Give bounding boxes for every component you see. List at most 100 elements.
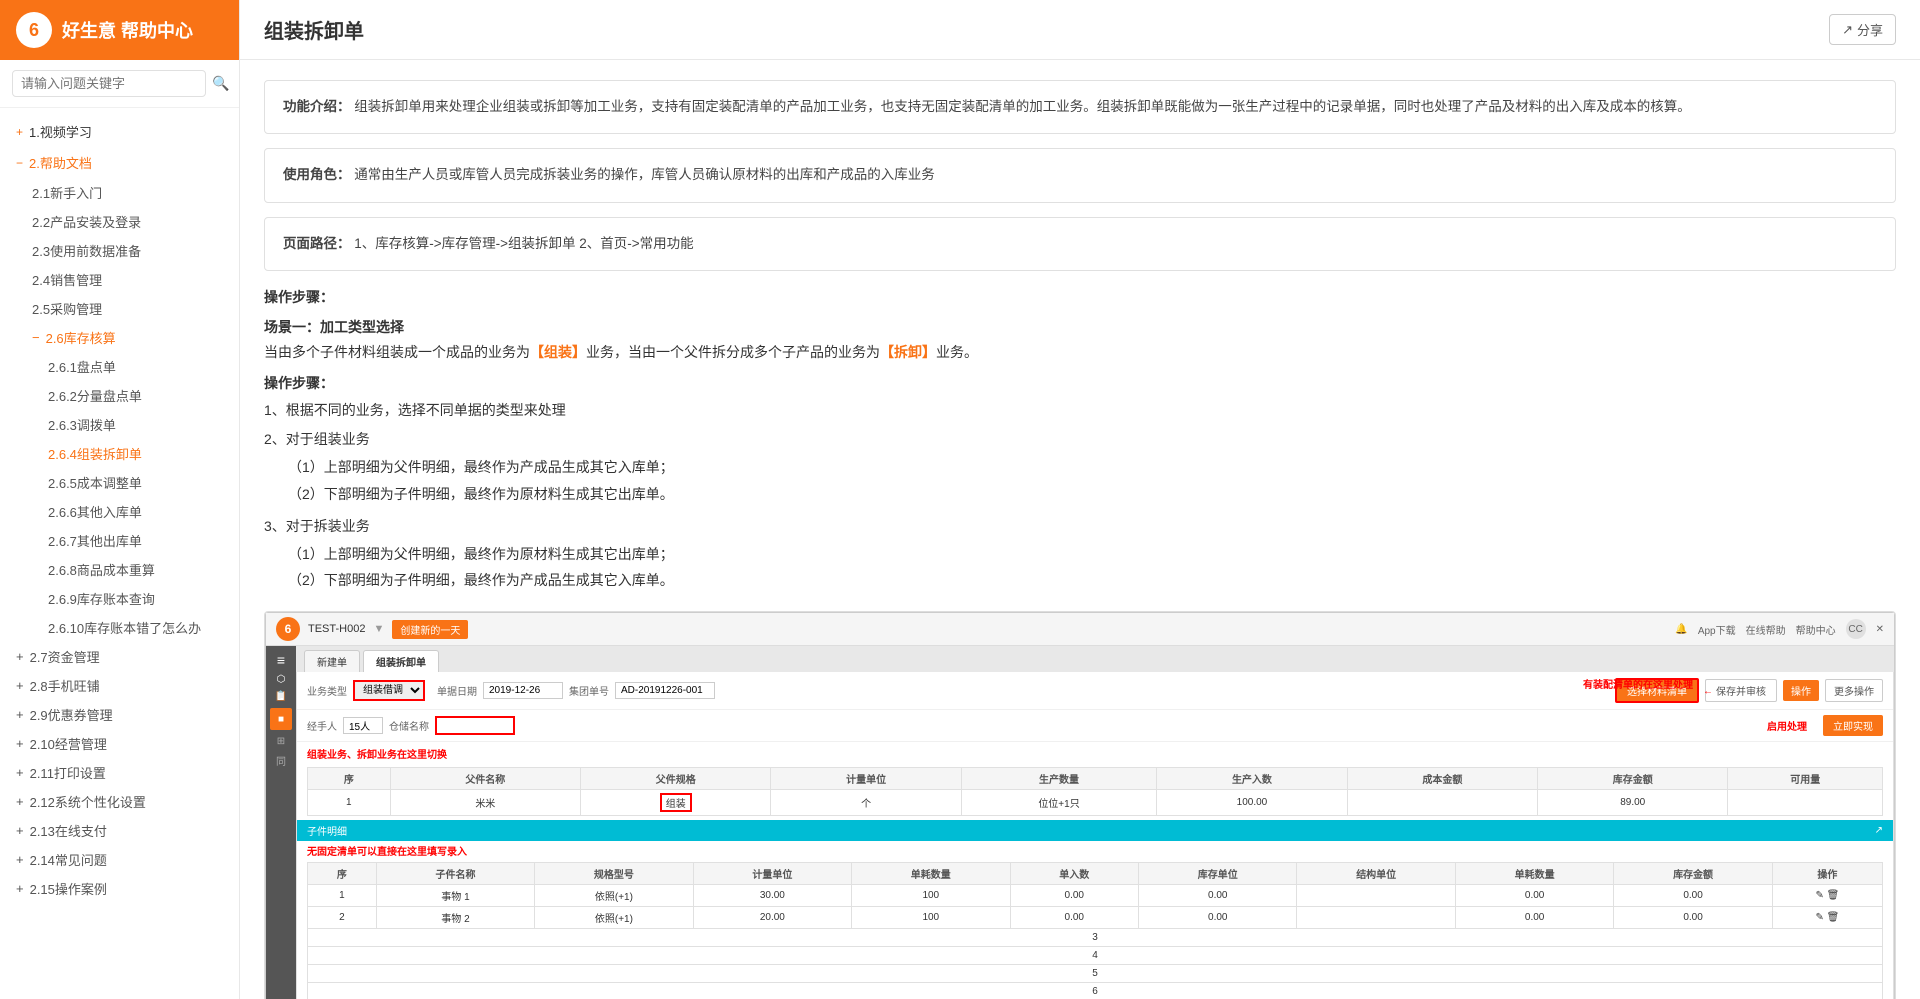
share-button[interactable]: ↗ 分享 (1829, 14, 1896, 45)
expand-icon: + (16, 852, 24, 867)
sidebar-item-cost-adj[interactable]: 2.6.5成本调整单 (0, 468, 239, 497)
cell: 事物 2 (376, 907, 534, 929)
col-stock-unit: 库存单位 (1139, 863, 1297, 885)
sidebar-item-stock-check[interactable]: 2.6.1盘点单 (0, 352, 239, 381)
sidebar-item-data-prep[interactable]: 2.3使用前数据准备 (0, 236, 239, 265)
cell (1347, 790, 1537, 816)
ops-btn[interactable]: 操作 (1783, 680, 1819, 701)
cell: 0.00 (1614, 907, 1772, 929)
expand-icon: + (16, 823, 24, 838)
collapse-icon: − (32, 330, 40, 345)
step2-2: （2）下部明细为子件明细，最终作为原材料生成其它出库单。 (264, 483, 1896, 507)
sidebar-item-install[interactable]: 2.2产品安装及登录 (0, 207, 239, 236)
annotation-type: 组装业务、拆卸业务在这里切换 (297, 742, 1893, 765)
sidebar-item-finance[interactable]: + 2.7资金管理 (0, 642, 239, 671)
search-input[interactable] (12, 70, 206, 97)
sidebar-item-assembly[interactable]: 2.6.4组装拆卸单 (0, 439, 239, 468)
sidebar-item-inventory[interactable]: − 2.6库存核算 (0, 323, 239, 352)
warehouse-input[interactable] (435, 716, 515, 735)
num-input[interactable] (615, 682, 715, 699)
sidebar-item-help-docs[interactable]: − 2.帮助文档 (0, 147, 239, 178)
sidebar-item-label: 2.12系统个性化设置 (30, 792, 146, 811)
sidebar-item-cost-recalc[interactable]: 2.6.8商品成本重算 (0, 555, 239, 584)
mock-titlebar-right: 🔔 App下载 在线帮助 帮助中心 CC ✕ (1675, 619, 1884, 639)
sidebar-item-operations[interactable]: + 2.10经营管理 (0, 729, 239, 758)
mock-tab-new[interactable]: 新建单 (304, 650, 360, 672)
share-label: 分享 (1857, 20, 1883, 39)
cell: 0.00 (1455, 885, 1613, 907)
sidebar-item-label: 2.11打印设置 (30, 763, 106, 782)
sidebar-item-cases[interactable]: + 2.15操作案例 (0, 874, 239, 903)
sidebar-item-mobile[interactable]: + 2.8手机旺铺 (0, 671, 239, 700)
col-entry-qty: 生产入数 (1157, 768, 1347, 790)
sidebar-item-transfer[interactable]: 2.6.3调拨单 (0, 410, 239, 439)
sidebar-item-partial-check[interactable]: 2.6.2分量盘点单 (0, 381, 239, 410)
mock-icon-contact: 帮助中心 (1796, 622, 1836, 637)
date-input[interactable] (483, 682, 563, 699)
role-block: 使用角色： 通常由生产人员或库管人员完成拆装业务的操作，库管人员确认原材料的出库… (264, 148, 1896, 202)
upper-table-container: 序 父件名称 父件规格 计量单位 生产数量 生产入数 成本金额 (297, 765, 1893, 820)
cell: 100 (852, 907, 1010, 929)
lower-table: 序 子件名称 规格型号 计量单位 单耗数量 单入数 库存单位 结 (307, 862, 1883, 999)
main-header: 组装拆卸单 ↗ 分享 (240, 0, 1920, 60)
count-input[interactable] (343, 717, 383, 734)
nav-tree: + 1.视频学习 − 2.帮助文档 2.1新手入门 2.2产品安装及登录 2.3… (0, 108, 239, 999)
sidebar-item-video[interactable]: + 1.视频学习 (0, 116, 239, 147)
sidebar-item-personalize[interactable]: + 2.12系统个性化设置 (0, 787, 239, 816)
sidebar-item-print[interactable]: + 2.11打印设置 (0, 758, 239, 787)
sidebar-item-stock-ledger[interactable]: 2.6.9库存账本查询 (0, 584, 239, 613)
step2: 2、对于组装业务 (264, 428, 1896, 452)
lower-section-icon: ↗ (1875, 825, 1883, 836)
mock-side-icon4: ⊞ (277, 736, 285, 747)
mock-icon-help: 在线帮助 (1746, 622, 1786, 637)
more-btn[interactable]: 更多操作 (1825, 679, 1883, 702)
assembly-highlight: 【组装】 (530, 344, 586, 360)
sidebar-item-other-in[interactable]: 2.6.6其他入库单 (0, 497, 239, 526)
sidebar-item-label: 2.7资金管理 (30, 647, 100, 666)
col-usage2: 单耗数量 (1455, 863, 1613, 885)
sidebar-item-newbie[interactable]: 2.1新手入门 (0, 178, 239, 207)
annotation-bom: 有装配清单的在这里处理 (1583, 676, 1693, 691)
num-label: 集团单号 (569, 683, 609, 698)
lower-section-header: 子件明细 ↗ (297, 820, 1893, 841)
mock-app-frame: 6 TEST-H002 ▼ 创建新的一天 🔔 App下载 在线帮助 帮助中心 C… (265, 612, 1895, 999)
mock-side-icon1: ≡ (277, 652, 285, 668)
sidebar-item-faq[interactable]: + 2.14常见问题 (0, 845, 239, 874)
mock-form-row2: 经手人 仓储名称 启用处理 立即实现 (297, 710, 1893, 742)
cell: 1 (308, 790, 391, 816)
sidebar-item-sales[interactable]: 2.4销售管理 (0, 265, 239, 294)
search-button[interactable]: 🔍 (212, 75, 229, 92)
col-prod-qty: 生产数量 (961, 768, 1156, 790)
sidebar-item-purchase[interactable]: 2.5采购管理 (0, 294, 239, 323)
cell: 米米 (390, 790, 580, 816)
share-icon: ↗ (1842, 22, 1853, 38)
sidebar-item-other-out[interactable]: 2.6.7其他出库单 (0, 526, 239, 555)
cell (1297, 885, 1455, 907)
sidebar-header: 6 好生意 帮助中心 (0, 0, 239, 60)
sidebar-item-coupon[interactable]: + 2.9优惠券管理 (0, 700, 239, 729)
col-cost-amt: 成本金额 (1347, 768, 1537, 790)
mock-logo: 6 (276, 617, 300, 641)
lower-table-container: 无固定清单可以直接在这里填写录入 序 子件名称 规格型号 计量单位 (297, 841, 1893, 999)
mock-form-area: 有装配清单的在这里处理 ← 业务类型 组装借调 单据日期 (296, 672, 1894, 999)
col-spec: 规格型号 (535, 863, 693, 885)
cell: 20.00 (693, 907, 851, 929)
empty-row: 5 (308, 965, 1883, 983)
expand-icon: + (16, 736, 24, 751)
app-title: 好生意 帮助中心 (62, 17, 193, 43)
confirm-btn[interactable]: 立即实现 (1823, 715, 1883, 736)
cell: 2 (308, 907, 377, 929)
cell: 1 (308, 885, 377, 907)
save-btn[interactable]: 保存并审核 (1705, 679, 1777, 702)
mock-tab-assembly[interactable]: 组装拆卸单 (363, 650, 439, 672)
path-text: 1、库存核算->库存管理->组装拆卸单 2、首页->常用功能 (354, 236, 693, 251)
main-area: 组装拆卸单 ↗ 分享 功能介绍： 组装拆卸单用来处理企业组装或拆卸等加工业务，支… (240, 0, 1920, 999)
type-select[interactable]: 组装借调 (353, 680, 425, 701)
logo: 6 (16, 12, 52, 48)
sidebar-item-label: 2.9优惠券管理 (30, 705, 113, 724)
cell: 100.00 (1157, 790, 1347, 816)
sidebar-item-online-pay[interactable]: + 2.13在线支付 (0, 816, 239, 845)
sidebar-item-ledger-fix[interactable]: 2.6.10库存账本错了怎么办 (0, 613, 239, 642)
col-stock-amt: 库存金额 (1614, 863, 1772, 885)
mock-avatar: CC (1846, 619, 1866, 639)
